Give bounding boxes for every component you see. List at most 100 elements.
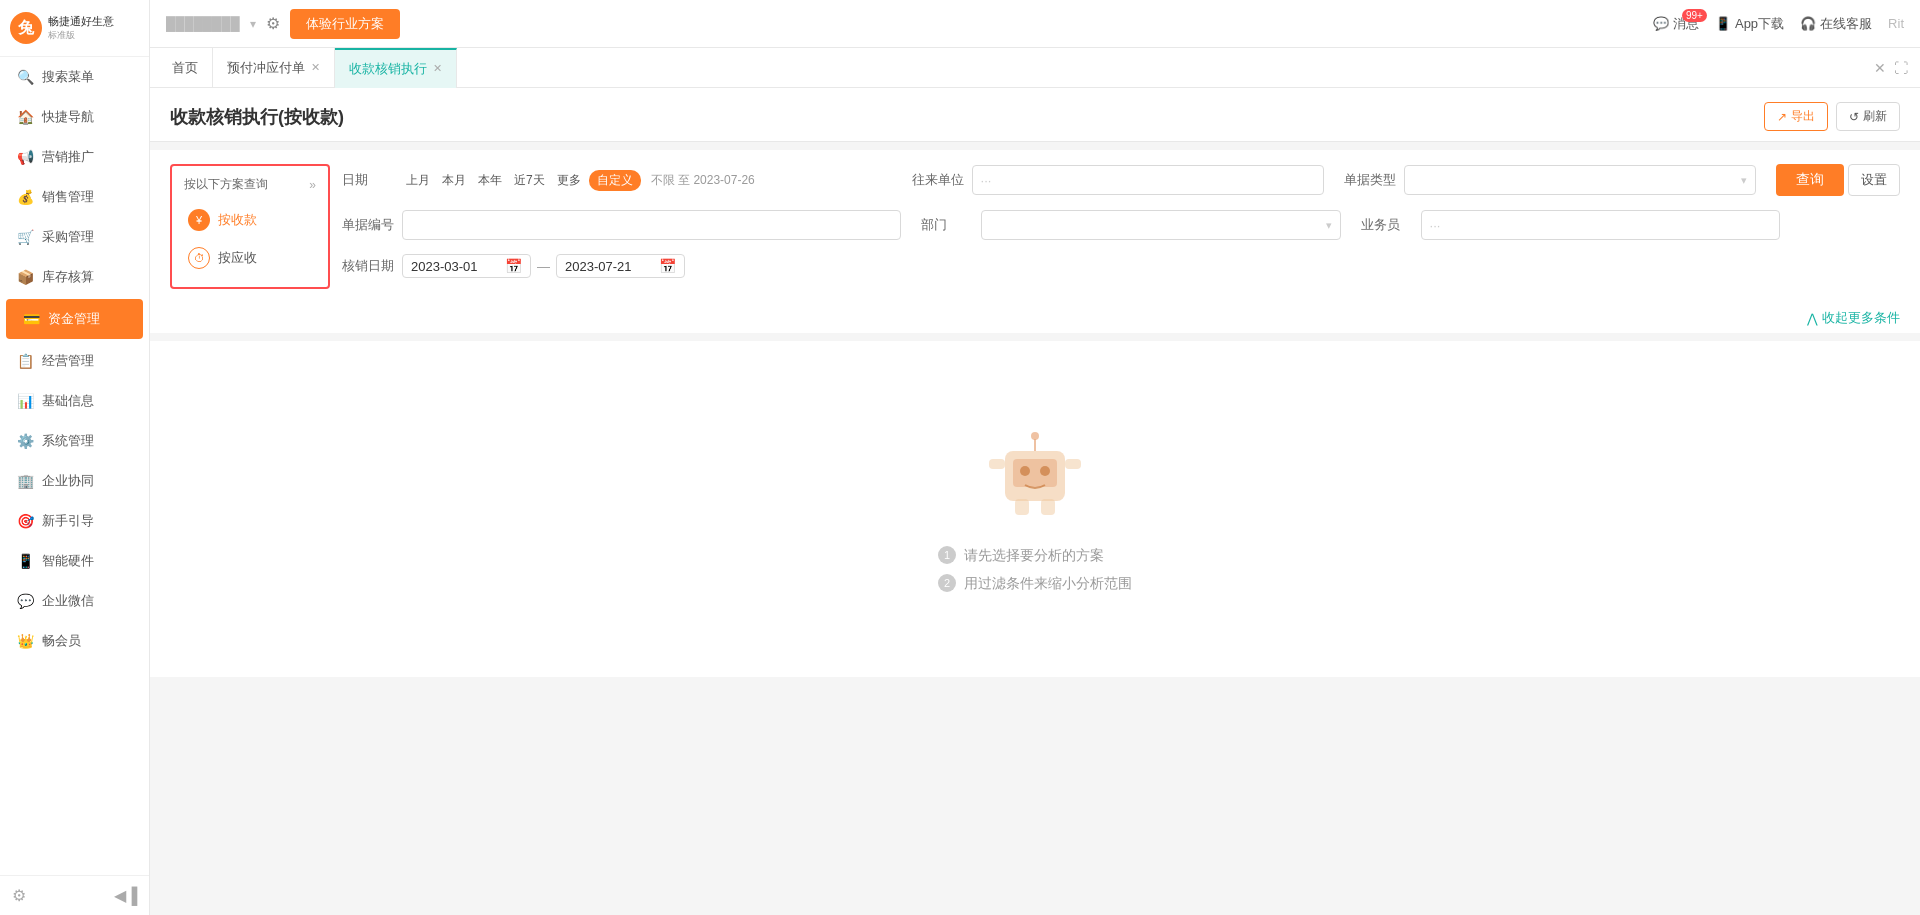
sidebar-item-inventory[interactable]: 📦 库存核算 — [0, 257, 149, 297]
dept-select[interactable]: ▾ — [981, 210, 1340, 240]
topbar-right: 💬 消息 99+ 📱 App下载 🎧 在线客服 Rit — [1653, 15, 1904, 33]
system-icon: ⚙️ — [16, 433, 34, 449]
svg-rect-8 — [1015, 499, 1029, 515]
setting-button[interactable]: 设置 — [1848, 164, 1900, 196]
export-label: 导出 — [1791, 108, 1815, 125]
page-title: 收款核销执行(按收款) — [170, 105, 344, 129]
doc-type-select[interactable]: ▾ — [1404, 165, 1756, 195]
sidebar-item-system[interactable]: ⚙️ 系统管理 — [0, 421, 149, 461]
filter-panel-title: 按以下方案查询 » — [172, 176, 328, 201]
main-content: ████████ ▾ ⚙ 体验行业方案 💬 消息 99+ 📱 App下载 🎧 在… — [150, 0, 1920, 915]
refresh-button[interactable]: ↺ 刷新 — [1836, 102, 1900, 131]
sidebar-item-member[interactable]: 👑 畅会员 — [0, 621, 149, 661]
message-icon: 💬 — [1653, 16, 1669, 31]
page-header-actions: ↗ 导出 ↺ 刷新 — [1764, 102, 1900, 131]
topbar-settings-icon[interactable]: ⚙ — [266, 14, 280, 33]
sidebar-item-operations[interactable]: 📋 经营管理 — [0, 341, 149, 381]
sidebar-item-purchase[interactable]: 🛒 采购管理 — [0, 217, 149, 257]
empty-state: 1 请先选择要分析的方案 2 用过滤条件来缩小分析范围 — [150, 341, 1920, 677]
collapse-sidebar-icon[interactable]: ◀▐ — [114, 886, 137, 905]
date-last-7d-btn[interactable]: 近7天 — [510, 170, 549, 191]
date-this-month-btn[interactable]: 本月 — [438, 170, 470, 191]
refresh-label: 刷新 — [1863, 108, 1887, 125]
staff-label: 业务员 — [1361, 216, 1413, 234]
app-logo-icon: 兔 — [10, 12, 42, 44]
sidebar-item-finance[interactable]: 💳 资金管理 — [6, 299, 143, 339]
empty-tips: 1 请先选择要分析的方案 2 用过滤条件来缩小分析范围 — [938, 541, 1132, 597]
filter-panel-collapse-icon[interactable]: » — [309, 178, 316, 192]
date-custom-btn[interactable]: 自定义 — [589, 170, 641, 191]
doc-type-select-arrow: ▾ — [1741, 174, 1747, 187]
sidebar-item-base-info[interactable]: 📊 基础信息 — [0, 381, 149, 421]
sidebar-item-guide[interactable]: 🎯 新手引导 — [0, 501, 149, 541]
sidebar-item-wechat[interactable]: 💬 企业微信 — [0, 581, 149, 621]
settings-bottom-icon[interactable]: ⚙ — [12, 886, 26, 905]
filter-actions: 查询 设置 — [1776, 164, 1900, 196]
verify-date-start-cal-icon[interactable]: 📅 — [505, 258, 522, 274]
filter-option-by-receivable[interactable]: ⏱ 按应收 — [172, 239, 328, 277]
sidebar-item-sales[interactable]: 💰 销售管理 — [0, 177, 149, 217]
sidebar-item-marketing[interactable]: 📢 营销推广 — [0, 137, 149, 177]
tab-home[interactable]: 首页 — [158, 48, 213, 88]
filter-panel: 按以下方案查询 » ¥ 按收款 ⏱ 按应收 — [170, 164, 330, 289]
sidebar-item-label: 新手引导 — [42, 512, 94, 530]
doc-no-field: 单据编号 — [342, 210, 901, 240]
date-more-btn[interactable]: 更多 — [553, 170, 585, 191]
home-icon: 🏠 — [16, 109, 34, 125]
sidebar-logo-info: 畅捷通好生意 标准版 — [48, 14, 114, 41]
dept-select-arrow: ▾ — [1326, 219, 1332, 232]
app-name: 畅捷通好生意 — [48, 14, 114, 28]
finance-icon: 💳 — [22, 311, 40, 327]
doc-no-input[interactable] — [402, 210, 901, 240]
staff-select[interactable]: ··· — [1421, 210, 1780, 240]
message-button[interactable]: 💬 消息 99+ — [1653, 15, 1699, 33]
empty-tip-row-1: 1 请先选择要分析的方案 — [938, 541, 1132, 569]
sidebar-item-label: 快捷导航 — [42, 108, 94, 126]
collapse-more-label: 收起更多条件 — [1822, 309, 1900, 327]
export-button[interactable]: ↗ 导出 — [1764, 102, 1828, 131]
tab-prepay-close-icon[interactable]: ✕ — [311, 61, 320, 74]
empty-robot-illustration — [975, 421, 1095, 521]
verify-date-end-input[interactable] — [565, 259, 655, 274]
topbar-brand: ████████ — [166, 16, 240, 31]
sidebar-item-search[interactable]: 🔍 搜索菜单 — [0, 57, 149, 97]
verify-date-field: 核销日期 📅 — 📅 — [342, 254, 901, 278]
sales-icon: 💰 — [16, 189, 34, 205]
refresh-icon: ↺ — [1849, 110, 1859, 124]
query-button[interactable]: 查询 — [1776, 164, 1844, 196]
sidebar-item-quick-nav[interactable]: 🏠 快捷导航 — [0, 97, 149, 137]
tab-verify[interactable]: 收款核销执行 ✕ — [335, 48, 457, 88]
topbar-dropdown-arrow[interactable]: ▾ — [250, 17, 256, 31]
collapse-more-bar[interactable]: ⋀ 收起更多条件 — [150, 303, 1920, 333]
tab-prepay-label: 预付冲应付单 — [227, 59, 305, 77]
online-service-link[interactable]: 🎧 在线客服 — [1800, 15, 1872, 33]
guide-icon: 🎯 — [16, 513, 34, 529]
date-last-month-btn[interactable]: 上月 — [402, 170, 434, 191]
tab-expand-icon[interactable]: ⛶ — [1894, 60, 1908, 76]
filter-option-by-payment[interactable]: ¥ 按收款 — [172, 201, 328, 239]
app-download-link[interactable]: 📱 App下载 — [1715, 15, 1784, 33]
sidebar-item-hardware[interactable]: 📱 智能硬件 — [0, 541, 149, 581]
filter-row-1: 日期 上月 本月 本年 近7天 更多 自定义 不限 至 20 — [342, 164, 1900, 196]
date-this-year-btn[interactable]: 本年 — [474, 170, 506, 191]
date-filter: 上月 本月 本年 近7天 更多 自定义 不限 至 2023-07-26 — [402, 170, 755, 191]
sidebar-item-label: 系统管理 — [42, 432, 94, 450]
solution-button[interactable]: 体验行业方案 — [290, 9, 400, 39]
tab-verify-close-icon[interactable]: ✕ — [433, 62, 442, 75]
sidebar-item-label: 智能硬件 — [42, 552, 94, 570]
search-menu-icon: 🔍 — [16, 69, 34, 85]
topbar: ████████ ▾ ⚙ 体验行业方案 💬 消息 99+ 📱 App下载 🎧 在… — [150, 0, 1920, 48]
sidebar-item-label: 经营管理 — [42, 352, 94, 370]
sidebar-bottom: ⚙ ◀▐ — [0, 875, 149, 915]
tab-home-label: 首页 — [172, 59, 198, 77]
tab-prepay[interactable]: 预付冲应付单 ✕ — [213, 48, 335, 88]
app-icon: 📱 — [1715, 16, 1731, 31]
verify-date-end-cal-icon[interactable]: 📅 — [659, 258, 676, 274]
svg-rect-9 — [1041, 499, 1055, 515]
payment-option-icon: ¥ — [188, 209, 210, 231]
verify-date-label: 核销日期 — [342, 257, 394, 275]
verify-date-start-input[interactable] — [411, 259, 501, 274]
counterpart-select[interactable]: ··· — [972, 165, 1324, 195]
tab-close-all-icon[interactable]: ✕ — [1874, 60, 1886, 76]
sidebar-item-collaboration[interactable]: 🏢 企业协同 — [0, 461, 149, 501]
